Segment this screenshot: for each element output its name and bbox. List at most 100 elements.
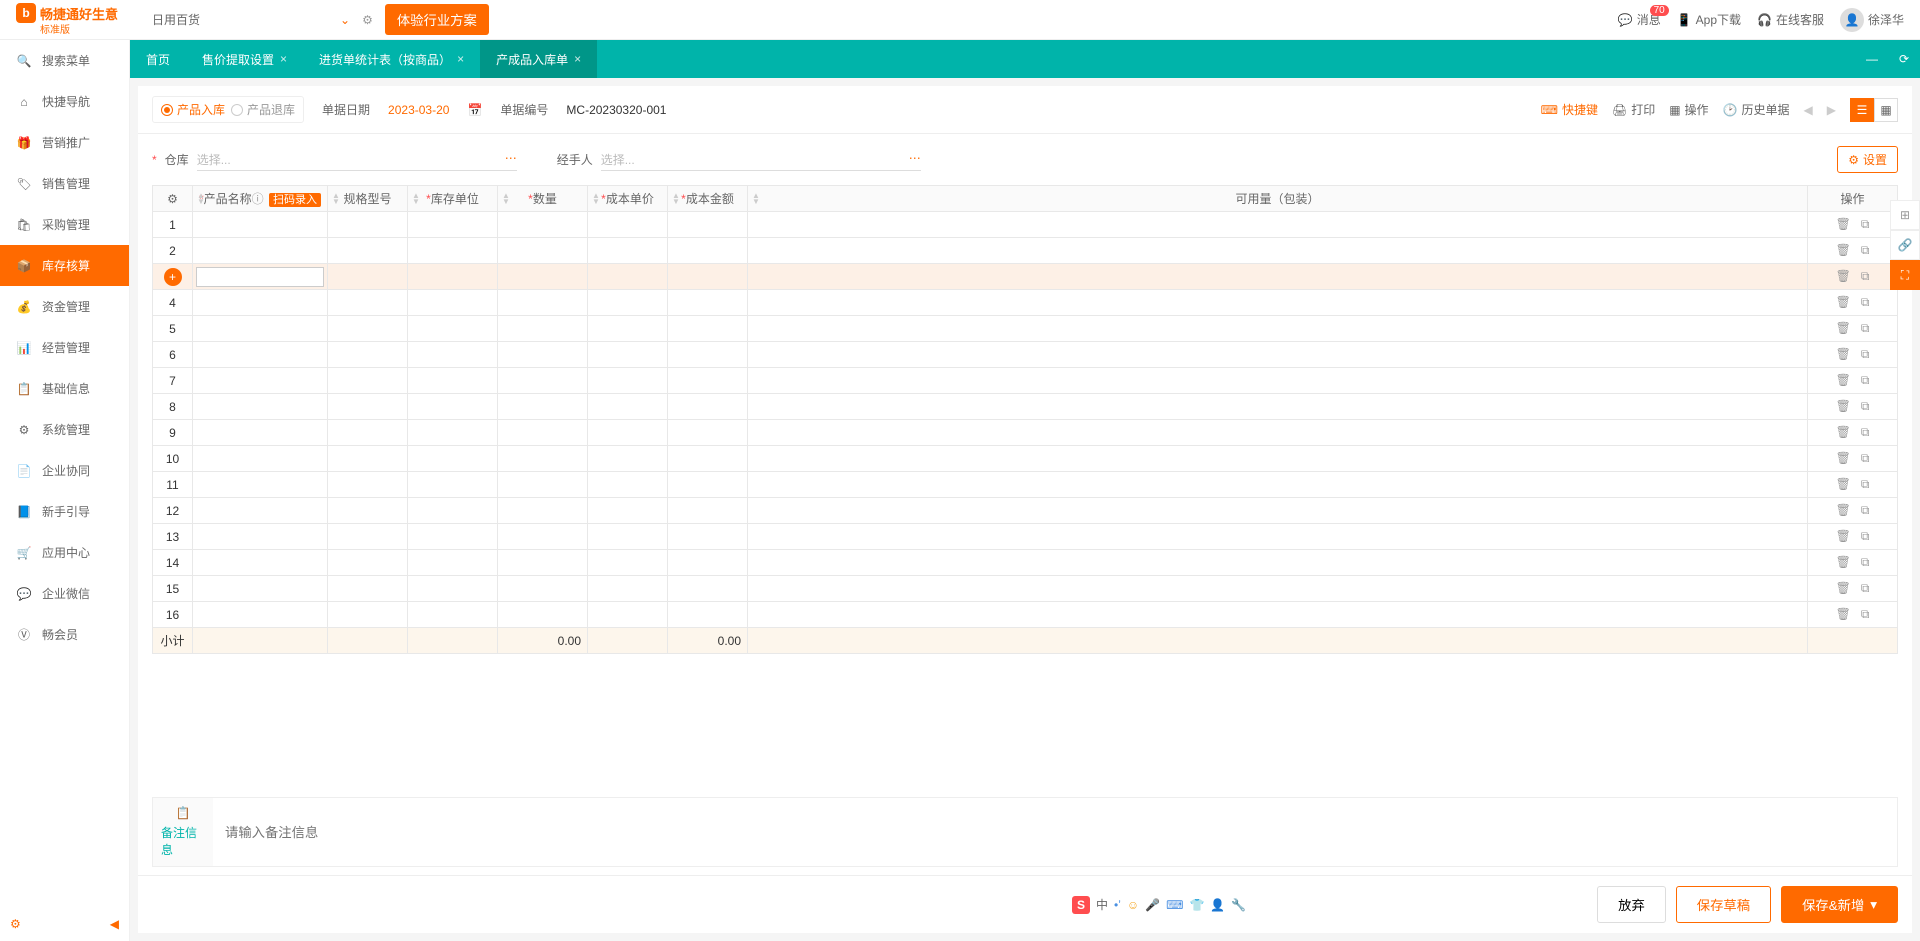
- scan-button[interactable]: 扫码录入: [269, 193, 321, 207]
- save-draft-button[interactable]: 保存草稿: [1676, 886, 1771, 923]
- table-row[interactable]: 8🗑⧉: [153, 394, 1898, 420]
- table-row[interactable]: 5🗑⧉: [153, 316, 1898, 342]
- copy-icon[interactable]: ⧉: [1861, 425, 1870, 440]
- sidebar-item[interactable]: 📄企业协同: [0, 450, 129, 491]
- ime-dot-icon[interactable]: •ʼ: [1114, 898, 1121, 912]
- date-value[interactable]: 2023-03-20: [388, 103, 449, 117]
- tab[interactable]: 首页: [130, 40, 186, 78]
- sidebar-item[interactable]: 📊经营管理: [0, 327, 129, 368]
- delete-icon[interactable]: 🗑: [1836, 217, 1851, 232]
- right-tool-expand[interactable]: ⛶: [1890, 260, 1920, 290]
- view-list-button[interactable]: ☰: [1850, 98, 1874, 122]
- th-name[interactable]: ▲▼ *产品名称ⓘ 扫码录入: [193, 186, 328, 212]
- online-service-link[interactable]: 🎧 在线客服: [1757, 11, 1824, 28]
- view-card-button[interactable]: ▦: [1874, 98, 1898, 122]
- app-download-link[interactable]: 📱 App下载: [1677, 11, 1741, 28]
- copy-icon[interactable]: ⧉: [1861, 347, 1870, 362]
- right-tool-1[interactable]: ⊞: [1890, 200, 1920, 230]
- close-icon[interactable]: ×: [280, 52, 287, 66]
- delete-icon[interactable]: 🗑: [1836, 503, 1851, 518]
- th-amount[interactable]: ▲▼ *成本金额: [668, 186, 748, 212]
- radio-product-out[interactable]: 产品退库: [231, 101, 295, 118]
- delete-icon[interactable]: 🗑: [1836, 529, 1851, 544]
- table-row[interactable]: 6🗑⧉: [153, 342, 1898, 368]
- copy-icon[interactable]: ⧉: [1861, 399, 1870, 414]
- right-tool-link[interactable]: 🔗: [1890, 230, 1920, 260]
- sidebar-item[interactable]: 🏷销售管理: [0, 163, 129, 204]
- th-gear[interactable]: ⚙: [153, 186, 193, 212]
- delete-icon[interactable]: 🗑: [1836, 607, 1851, 622]
- remarks-input[interactable]: [213, 798, 1897, 866]
- shortcut-link[interactable]: ⌨ 快捷键: [1541, 101, 1598, 118]
- warehouse-select[interactable]: 选择... ⋯: [197, 149, 517, 171]
- operation-link[interactable]: ▦ 操作: [1669, 101, 1708, 118]
- sidebar-item[interactable]: Ⓥ畅会员: [0, 614, 129, 655]
- user-menu[interactable]: 👤 徐泽华: [1840, 8, 1904, 32]
- add-row-button[interactable]: +: [164, 268, 182, 286]
- table-row[interactable]: 4🗑⧉: [153, 290, 1898, 316]
- product-name-input[interactable]: [196, 267, 323, 287]
- copy-icon[interactable]: ⧉: [1861, 269, 1870, 284]
- table-row[interactable]: 9🗑⧉: [153, 420, 1898, 446]
- sidebar-item[interactable]: 📘新手引导: [0, 491, 129, 532]
- copy-icon[interactable]: ⧉: [1861, 607, 1870, 622]
- sidebar-item[interactable]: 📋基础信息: [0, 368, 129, 409]
- ime-mic-icon[interactable]: 🎤: [1145, 898, 1160, 912]
- copy-icon[interactable]: ⧉: [1861, 295, 1870, 310]
- discard-button[interactable]: 放弃: [1597, 886, 1666, 923]
- table-row[interactable]: 11🗑⧉: [153, 472, 1898, 498]
- table-row[interactable]: 14🗑⧉: [153, 550, 1898, 576]
- tab-minimize-button[interactable]: —: [1856, 40, 1888, 78]
- print-link[interactable]: 🖨 打印: [1612, 101, 1655, 118]
- copy-icon[interactable]: ⧉: [1861, 217, 1870, 232]
- close-icon[interactable]: ×: [457, 52, 464, 66]
- th-spec[interactable]: ▲▼ 规格型号: [328, 186, 408, 212]
- prev-icon[interactable]: ◀: [1804, 103, 1813, 117]
- ime-user-icon[interactable]: 👤: [1210, 898, 1225, 912]
- delete-icon[interactable]: 🗑: [1836, 269, 1851, 284]
- store-select[interactable]: 日用百货 ⌄: [152, 11, 350, 28]
- delete-icon[interactable]: 🗑: [1836, 581, 1851, 596]
- sidebar-item[interactable]: ⚙系统管理: [0, 409, 129, 450]
- table-row[interactable]: 13🗑⧉: [153, 524, 1898, 550]
- tab[interactable]: 售价提取设置×: [186, 40, 303, 78]
- sidebar-collapse-icon[interactable]: ◀: [110, 917, 119, 931]
- next-icon[interactable]: ▶: [1827, 103, 1836, 117]
- delete-icon[interactable]: 🗑: [1836, 295, 1851, 310]
- delete-icon[interactable]: 🗑: [1836, 555, 1851, 570]
- calendar-icon[interactable]: 📅: [467, 103, 482, 117]
- history-link[interactable]: 🕑 历史单据: [1723, 101, 1790, 118]
- sidebar-item[interactable]: 📦库存核算: [0, 245, 129, 286]
- th-qty[interactable]: ▲▼ *数量: [498, 186, 588, 212]
- ime-lang[interactable]: 中: [1096, 896, 1108, 913]
- tab[interactable]: 产成品入库单×: [480, 40, 597, 78]
- delete-icon[interactable]: 🗑: [1836, 321, 1851, 336]
- sidebar-item[interactable]: 🛒应用中心: [0, 532, 129, 573]
- copy-icon[interactable]: ⧉: [1861, 243, 1870, 258]
- copy-icon[interactable]: ⧉: [1861, 477, 1870, 492]
- table-row[interactable]: 12🗑⧉: [153, 498, 1898, 524]
- table-row[interactable]: 1🗑⧉: [153, 212, 1898, 238]
- ime-smile-icon[interactable]: ☺: [1127, 898, 1139, 912]
- copy-icon[interactable]: ⧉: [1861, 321, 1870, 336]
- table-row[interactable]: 16🗑⧉: [153, 602, 1898, 628]
- table-row[interactable]: 7🗑⧉: [153, 368, 1898, 394]
- close-icon[interactable]: ×: [574, 52, 581, 66]
- radio-product-in[interactable]: 产品入库: [161, 101, 225, 118]
- copy-icon[interactable]: ⧉: [1861, 529, 1870, 544]
- tab[interactable]: 进货单统计表（按商品）×: [303, 40, 480, 78]
- th-price[interactable]: ▲▼ *成本单价: [588, 186, 668, 212]
- table-row[interactable]: + 🗑 ⧉: [153, 264, 1898, 290]
- save-new-button[interactable]: 保存&新增 ▾: [1781, 886, 1898, 923]
- settings-button[interactable]: ⚙ 设置: [1837, 146, 1898, 173]
- handler-select[interactable]: 选择... ⋯: [601, 149, 921, 171]
- sidebar-item[interactable]: 🛍采购管理: [0, 204, 129, 245]
- ime-keyboard-icon[interactable]: ⌨: [1166, 898, 1183, 912]
- copy-icon[interactable]: ⧉: [1861, 451, 1870, 466]
- delete-icon[interactable]: 🗑: [1836, 425, 1851, 440]
- messages-link[interactable]: 💬 消息 70: [1618, 11, 1661, 28]
- delete-icon[interactable]: 🗑: [1836, 373, 1851, 388]
- delete-icon[interactable]: 🗑: [1836, 399, 1851, 414]
- sidebar-gear-icon[interactable]: ⚙: [10, 917, 21, 931]
- ime-skin-icon[interactable]: 👕: [1189, 898, 1204, 912]
